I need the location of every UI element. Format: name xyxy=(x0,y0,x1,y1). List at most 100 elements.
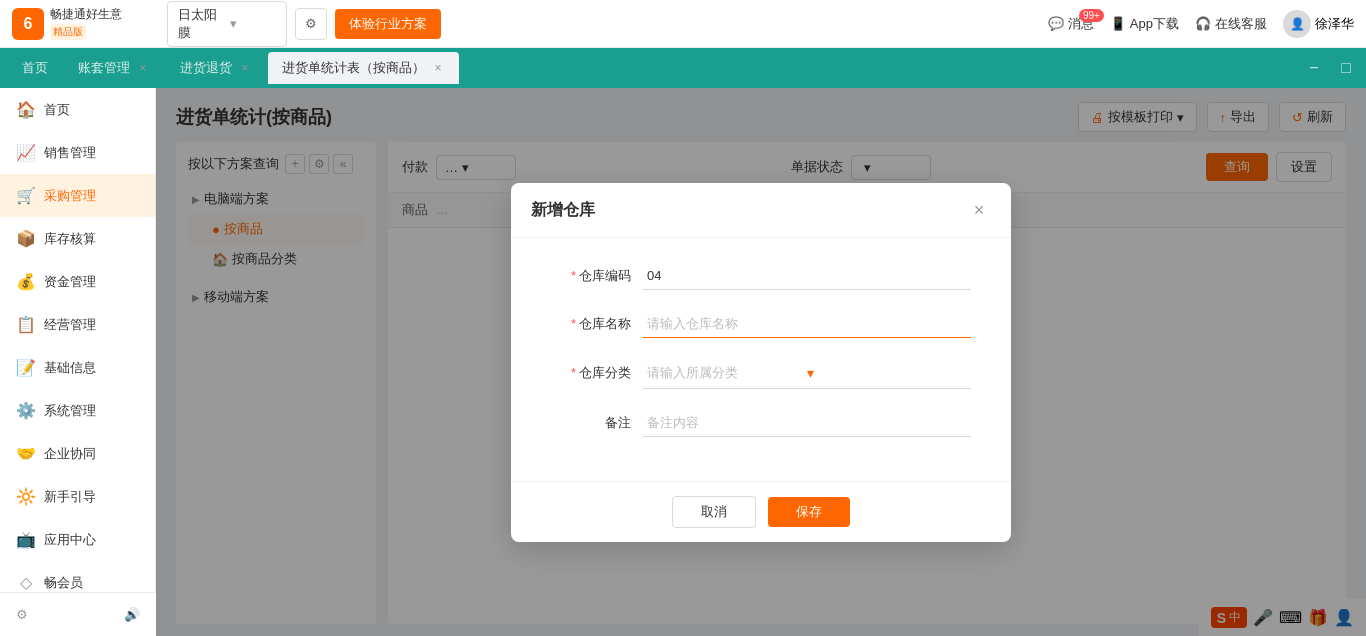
app-download-label: App下载 xyxy=(1130,15,1179,33)
form-row-code: 仓库编码 xyxy=(551,262,971,290)
sidebar-finance-label: 资金管理 xyxy=(44,273,96,291)
app-download-button[interactable]: 📱 App下载 xyxy=(1110,15,1179,33)
header-right: 💬 消息 99+ 📱 App下载 🎧 在线客服 👤 徐泽华 xyxy=(1048,10,1354,38)
new-warehouse-modal: 新增仓库 × 仓库编码 仓库名称 仓库分类 xyxy=(511,183,1011,542)
modal-overlay: 新增仓库 × 仓库编码 仓库名称 仓库分类 xyxy=(156,88,1366,636)
top-header: 6 畅捷通好生意 精品版 日太阳膜 ▾ ⚙ 体验行业方案 💬 消息 99+ 📱 … xyxy=(0,0,1366,48)
sidebar-guide-label: 新手引导 xyxy=(44,488,96,506)
modal-header: 新增仓库 × xyxy=(511,183,1011,238)
sidebar-enterprise-label: 企业协同 xyxy=(44,445,96,463)
sidebar-purchase-label: 采购管理 xyxy=(44,187,96,205)
app-badge: 精品版 xyxy=(50,24,86,40)
tab-home-label: 首页 xyxy=(22,59,48,77)
gear-icon: ⚙ xyxy=(305,16,317,31)
tab-purchase-return-close-icon[interactable]: × xyxy=(238,61,252,75)
tab-maximize-button[interactable]: □ xyxy=(1334,56,1358,80)
sidebar-item-enterprise[interactable]: 🤝 企业协同 xyxy=(0,432,155,475)
sidebar-home-label: 首页 xyxy=(44,101,70,119)
save-button[interactable]: 保存 xyxy=(768,497,850,527)
notification-badge: 99+ xyxy=(1079,9,1104,22)
name-input[interactable] xyxy=(643,310,971,338)
form-row-category: 仓库分类 请输入所属分类 ▾ xyxy=(551,358,971,389)
sidebar-operations-label: 经营管理 xyxy=(44,316,96,334)
sidebar-item-system[interactable]: ⚙️ 系统管理 xyxy=(0,389,155,432)
user-name: 徐泽华 xyxy=(1315,15,1354,33)
sales-icon: 📈 xyxy=(16,143,36,162)
modal-footer: 取消 保存 xyxy=(511,481,1011,542)
phone-icon: 📱 xyxy=(1110,16,1126,31)
content-area: 进货单统计(按商品) 🖨 按模板打印 ▾ ↑ 导出 ↺ 刷新 xyxy=(156,88,1366,636)
tab-purchase-return-label: 进货退货 xyxy=(180,59,232,77)
sidebar-sales-label: 销售管理 xyxy=(44,144,96,162)
home-icon: 🏠 xyxy=(16,100,36,119)
code-input[interactable] xyxy=(643,262,971,290)
tab-purchase-return[interactable]: 进货退货 × xyxy=(166,52,266,84)
bottom-settings-icon[interactable]: ⚙ xyxy=(16,607,28,622)
tab-purchase-stats-label: 进货单统计表（按商品） xyxy=(282,59,425,77)
tab-account-label: 账套管理 xyxy=(78,59,130,77)
operations-icon: 📋 xyxy=(16,315,36,334)
tab-account[interactable]: 账套管理 × xyxy=(64,52,164,84)
finance-icon: 💰 xyxy=(16,272,36,291)
basic-info-icon: 📝 xyxy=(16,358,36,377)
sidebar-app-center-label: 应用中心 xyxy=(44,531,96,549)
modal-body: 仓库编码 仓库名称 仓库分类 请输入所属分类 ▾ xyxy=(511,238,1011,481)
category-dropdown-icon: ▾ xyxy=(807,365,967,381)
sidebar-item-inventory[interactable]: 📦 库存核算 xyxy=(0,217,155,260)
form-row-remark: 备注 xyxy=(551,409,971,437)
logo-area: 6 畅捷通好生意 精品版 xyxy=(12,7,167,41)
code-label: 仓库编码 xyxy=(551,267,631,285)
header-middle: 日太阳膜 ▾ ⚙ 体验行业方案 xyxy=(167,1,1048,47)
messages-button[interactable]: 💬 消息 99+ xyxy=(1048,15,1094,33)
inventory-icon: 📦 xyxy=(16,229,36,248)
store-dropdown-arrow-icon: ▾ xyxy=(230,16,276,31)
tab-home[interactable]: 首页 xyxy=(8,52,62,84)
sidebar-inventory-label: 库存核算 xyxy=(44,230,96,248)
cancel-button[interactable]: 取消 xyxy=(672,496,756,528)
bottom-bar: ⚙ 🔊 xyxy=(0,592,156,636)
tab-account-close-icon[interactable]: × xyxy=(136,61,150,75)
main-layout: 🏠 首页 📈 销售管理 🛒 采购管理 📦 库存核算 💰 资金管理 📋 经营管理 … xyxy=(0,88,1366,636)
tab-bar: 首页 账套管理 × 进货退货 × 进货单统计表（按商品） × − □ xyxy=(0,48,1366,88)
sidebar-item-purchase[interactable]: 🛒 采购管理 xyxy=(0,174,155,217)
sidebar-item-sales[interactable]: 📈 销售管理 xyxy=(0,131,155,174)
bottom-sound-icon[interactable]: 🔊 xyxy=(124,607,140,622)
avatar: 👤 xyxy=(1283,10,1311,38)
experience-button[interactable]: 体验行业方案 xyxy=(335,9,441,39)
sidebar: 🏠 首页 📈 销售管理 🛒 采购管理 📦 库存核算 💰 资金管理 📋 经营管理 … xyxy=(0,88,156,636)
sidebar-item-basic-info[interactable]: 📝 基础信息 xyxy=(0,346,155,389)
tab-purchase-stats-close-icon[interactable]: × xyxy=(431,61,445,75)
tab-bar-right: − □ xyxy=(1302,56,1358,80)
category-placeholder: 请输入所属分类 xyxy=(647,364,807,382)
online-service-button[interactable]: 🎧 在线客服 xyxy=(1195,15,1267,33)
guide-icon: 🔆 xyxy=(16,487,36,506)
enterprise-icon: 🤝 xyxy=(16,444,36,463)
sidebar-item-home[interactable]: 🏠 首页 xyxy=(0,88,155,131)
sidebar-item-guide[interactable]: 🔆 新手引导 xyxy=(0,475,155,518)
sidebar-item-operations[interactable]: 📋 经营管理 xyxy=(0,303,155,346)
store-selector[interactable]: 日太阳膜 ▾ xyxy=(167,1,287,47)
purchase-icon: 🛒 xyxy=(16,186,36,205)
sidebar-system-label: 系统管理 xyxy=(44,402,96,420)
category-select[interactable]: 请输入所属分类 ▾ xyxy=(643,358,971,389)
user-area[interactable]: 👤 徐泽华 xyxy=(1283,10,1354,38)
sidebar-item-finance[interactable]: 💰 资金管理 xyxy=(0,260,155,303)
tab-minimize-button[interactable]: − xyxy=(1302,56,1326,80)
logo-icon: 6 xyxy=(12,8,44,40)
app-name: 畅捷通好生意 xyxy=(50,7,122,23)
modal-close-button[interactable]: × xyxy=(967,199,991,223)
store-name: 日太阳膜 xyxy=(178,6,224,42)
sidebar-basic-info-label: 基础信息 xyxy=(44,359,96,377)
message-icon: 💬 xyxy=(1048,16,1064,31)
sidebar-item-app-center[interactable]: 📺 应用中心 xyxy=(0,518,155,561)
remark-label: 备注 xyxy=(551,414,631,432)
membership-icon: ◇ xyxy=(16,573,36,592)
form-row-name: 仓库名称 xyxy=(551,310,971,338)
headset-icon: 🎧 xyxy=(1195,16,1211,31)
remark-input[interactable] xyxy=(643,409,971,437)
name-label: 仓库名称 xyxy=(551,315,631,333)
settings-button[interactable]: ⚙ xyxy=(295,8,327,40)
tab-purchase-stats[interactable]: 进货单统计表（按商品） × xyxy=(268,52,459,84)
category-label: 仓库分类 xyxy=(551,364,631,382)
system-icon: ⚙️ xyxy=(16,401,36,420)
